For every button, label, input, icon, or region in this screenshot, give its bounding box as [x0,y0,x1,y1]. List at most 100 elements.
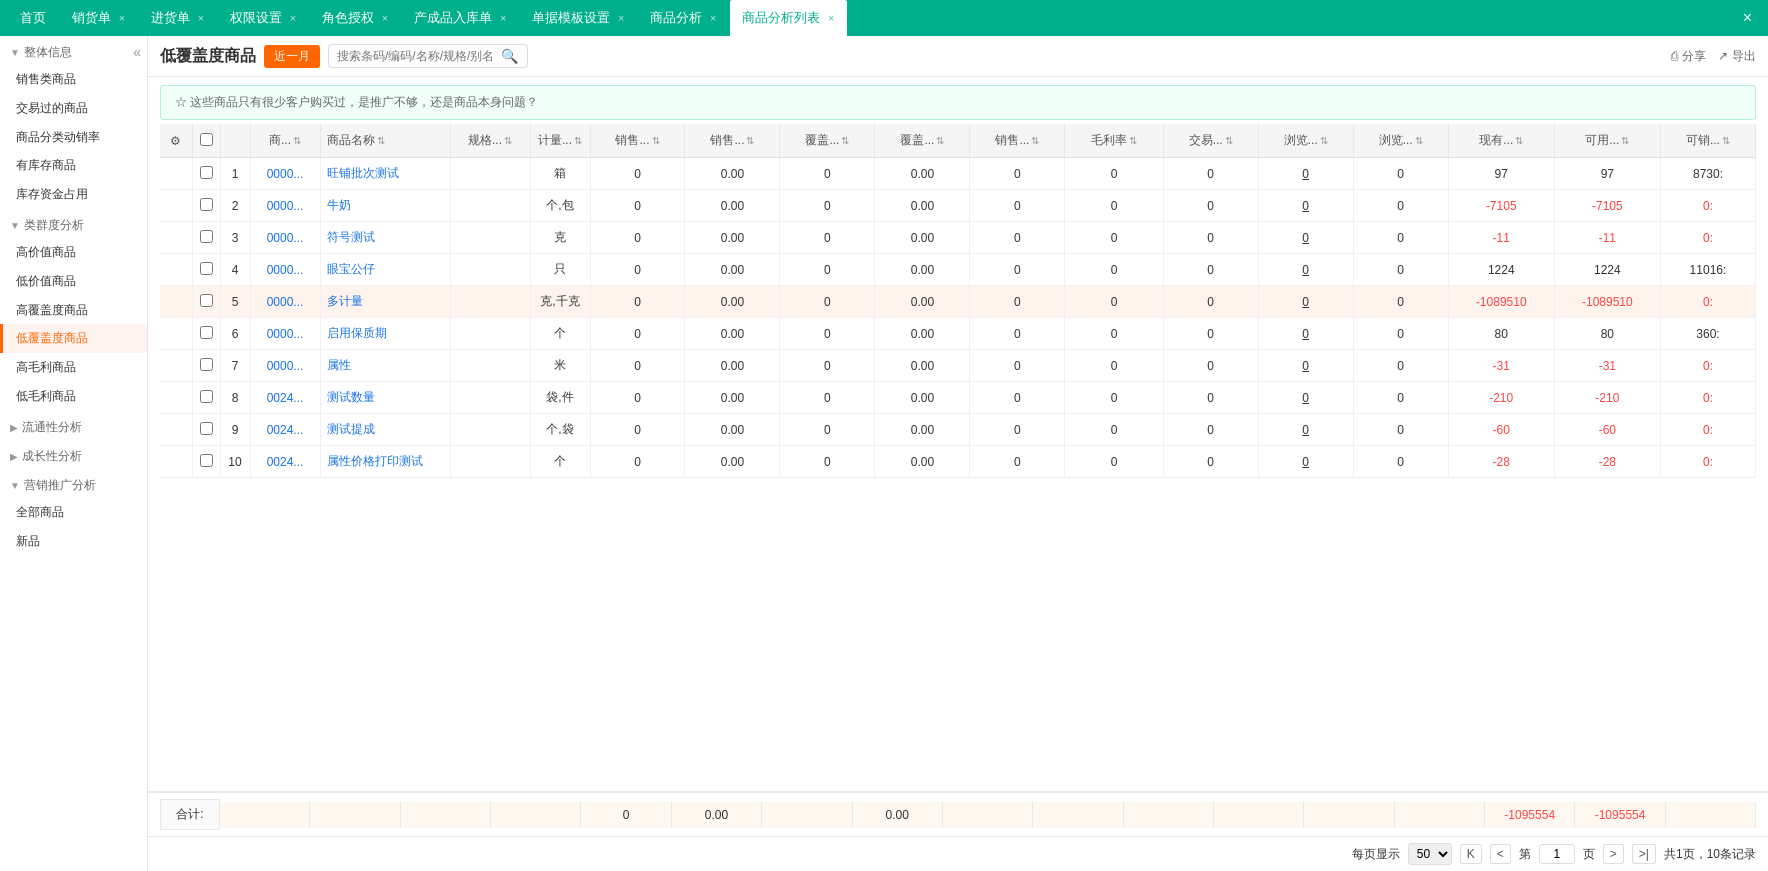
search-input[interactable] [337,49,497,63]
nav-finished[interactable]: 产成品入库单 × [402,0,518,36]
sidebar-item-sales-goods[interactable]: 销售类商品 [0,65,147,94]
search-icon[interactable]: 🔍 [501,48,518,64]
row-browse-a[interactable]: 0 [1258,158,1353,190]
row-check[interactable] [192,158,220,190]
sidebar-item-high-coverage[interactable]: 高覆盖度商品 [0,296,147,325]
row-code[interactable]: 0024... [250,382,320,414]
table-container[interactable]: ⚙ 商...⇅ 商品名称⇅ 规格...⇅ 计量...⇅ 销售...⇅ 销售...… [148,124,1768,791]
row-check[interactable] [192,286,220,318]
nav-permission-close[interactable]: × [290,12,296,24]
prev-page-btn[interactable]: < [1490,844,1511,864]
col-sales-amt-header[interactable]: 销售...⇅ [685,124,780,158]
sidebar-item-new-goods[interactable]: 新品 [0,527,147,556]
last-page-btn[interactable]: >| [1632,844,1656,864]
col-cover-a-header[interactable]: 覆盖...⇅ [780,124,875,158]
row-settings[interactable] [160,446,192,478]
row-checkbox[interactable] [200,230,213,243]
date-filter-button[interactable]: 近一月 [264,45,320,68]
sidebar-item-low-margin[interactable]: 低毛利商品 [0,382,147,411]
sidebar-item-low-value[interactable]: 低价值商品 [0,267,147,296]
row-name[interactable]: 符号测试 [320,222,450,254]
row-checkbox[interactable] [200,326,213,339]
row-settings[interactable] [160,318,192,350]
row-browse-a[interactable]: 0 [1258,190,1353,222]
sidebar-section-marketing[interactable]: ▼ 营销推广分析 [0,469,147,498]
nav-home[interactable]: 首页 [8,0,58,36]
col-stock-cur-header[interactable]: 现有...⇅ [1448,124,1554,158]
first-page-btn[interactable]: K [1460,844,1482,864]
row-checkbox[interactable] [200,390,213,403]
col-stock-sale-header[interactable]: 可销...⇅ [1660,124,1755,158]
row-settings[interactable] [160,382,192,414]
row-name[interactable]: 牛奶 [320,190,450,222]
nav-role[interactable]: 角色授权 × [310,0,400,36]
row-checkbox[interactable] [200,422,213,435]
row-name[interactable]: 启用保质期 [320,318,450,350]
col-unit-header[interactable]: 计量...⇅ [530,124,590,158]
sidebar-item-category-rate[interactable]: 商品分类动销率 [0,123,147,152]
row-settings[interactable] [160,286,192,318]
row-browse-a[interactable]: 0 [1258,254,1353,286]
row-checkbox[interactable] [200,358,213,371]
col-spec-header[interactable]: 规格...⇅ [450,124,530,158]
sidebar-item-all-goods[interactable]: 全部商品 [0,498,147,527]
row-browse-a[interactable]: 0 [1258,286,1353,318]
col-trade-header[interactable]: 交易...⇅ [1163,124,1258,158]
nav-analysis-list-close[interactable]: × [828,12,834,24]
col-browse-a-header[interactable]: 浏览...⇅ [1258,124,1353,158]
nav-purchase-close[interactable]: × [198,12,204,24]
row-checkbox[interactable] [200,454,213,467]
nav-template-close[interactable]: × [618,12,624,24]
col-code-header[interactable]: 商...⇅ [250,124,320,158]
sidebar-section-overall[interactable]: ▼ 整体信息 [0,36,147,65]
row-name[interactable]: 属性价格打印测试 [320,446,450,478]
col-browse-b-header[interactable]: 浏览...⇅ [1353,124,1448,158]
row-checkbox[interactable] [200,294,213,307]
row-browse-a[interactable]: 0 [1258,318,1353,350]
row-check[interactable] [192,414,220,446]
sidebar-section-cluster[interactable]: ▼ 类群度分析 [0,209,147,238]
nav-sales-close[interactable]: × [119,12,125,24]
nav-sales[interactable]: 销货单 × [60,0,137,36]
page-number-input[interactable] [1539,844,1575,864]
row-name[interactable]: 属性 [320,350,450,382]
row-browse-a[interactable]: 0 [1258,350,1353,382]
row-code[interactable]: 0000... [250,318,320,350]
row-check[interactable] [192,318,220,350]
row-code[interactable]: 0000... [250,350,320,382]
row-check[interactable] [192,350,220,382]
col-check-all[interactable] [192,124,220,158]
row-code[interactable]: 0000... [250,190,320,222]
row-check[interactable] [192,222,220,254]
col-sales-qty-header[interactable]: 销售...⇅ [590,124,685,158]
row-code[interactable]: 0000... [250,158,320,190]
sidebar-section-growth[interactable]: ▶ 成长性分析 [0,440,147,469]
window-close-button[interactable]: × [1735,9,1760,27]
col-gross-rate-header[interactable]: 毛利率⇅ [1065,124,1163,158]
row-check[interactable] [192,446,220,478]
per-page-select[interactable]: 50 [1408,843,1452,865]
row-name[interactable]: 测试数量 [320,382,450,414]
sidebar-item-high-margin[interactable]: 高毛利商品 [0,353,147,382]
row-settings[interactable] [160,414,192,446]
nav-permission[interactable]: 权限设置 × [218,0,308,36]
nav-analysis-close[interactable]: × [710,12,716,24]
row-browse-a[interactable]: 0 [1258,222,1353,254]
row-name[interactable]: 测试提成 [320,414,450,446]
sidebar-item-stock-fund[interactable]: 库存资金占用 [0,180,147,209]
col-cover-b-header[interactable]: 覆盖...⇅ [875,124,970,158]
export-button[interactable]: ↗ 导出 [1718,48,1756,65]
row-code[interactable]: 0024... [250,446,320,478]
row-code[interactable]: 0000... [250,254,320,286]
next-page-btn[interactable]: > [1603,844,1624,864]
col-stock-avail-header[interactable]: 可用...⇅ [1554,124,1660,158]
row-settings[interactable] [160,222,192,254]
sidebar-section-flow[interactable]: ▶ 流通性分析 [0,411,147,440]
row-name[interactable]: 多计量 [320,286,450,318]
nav-template[interactable]: 单据模板设置 × [520,0,636,36]
row-name[interactable]: 旺铺批次测试 [320,158,450,190]
row-code[interactable]: 0000... [250,222,320,254]
row-browse-a[interactable]: 0 [1258,446,1353,478]
row-settings[interactable] [160,190,192,222]
row-checkbox[interactable] [200,166,213,179]
